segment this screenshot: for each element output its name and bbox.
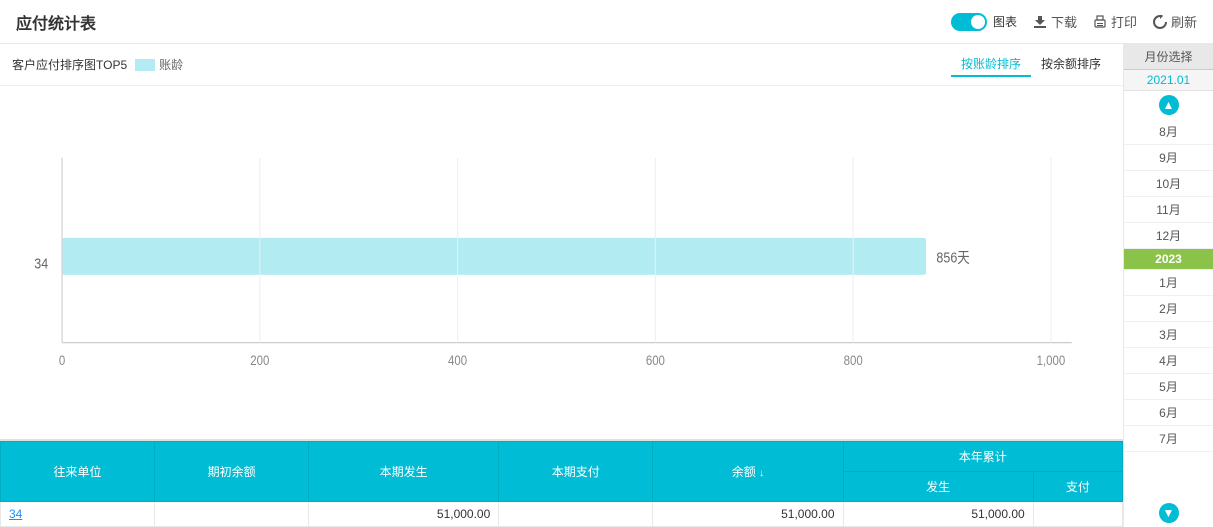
legend-area: 客户应付排序图TOP5 账龄 bbox=[12, 56, 183, 73]
data-table: 往来单位 期初余额 本期发生 本期支付 余额 ↓ 本年累计 发生 bbox=[0, 441, 1123, 527]
month-item-11[interactable]: 11月 bbox=[1124, 197, 1213, 223]
header: 应付统计表 图表 下载 打印 刷新 bbox=[0, 0, 1213, 44]
svg-text:400: 400 bbox=[448, 353, 467, 368]
cell-current-pay bbox=[499, 502, 653, 527]
cell-unit: 34 bbox=[1, 502, 155, 527]
month-item-6[interactable]: 6月 bbox=[1124, 400, 1213, 426]
header-actions: 图表 下载 打印 刷新 bbox=[951, 12, 1197, 31]
col-ytd-occur: 发生 bbox=[843, 472, 1033, 502]
chart-area: 34 856天 0 200 400 600 800 1,000 bbox=[0, 86, 1123, 439]
svg-text:600: 600 bbox=[646, 353, 665, 368]
svg-text:0: 0 bbox=[59, 353, 65, 368]
year-marker-2023: 2023 bbox=[1124, 249, 1213, 270]
main-content: 客户应付排序图TOP5 账龄 按账龄排序 按余额排序 34 bbox=[0, 44, 1213, 527]
nav-up-icon[interactable]: ▲ bbox=[1159, 95, 1179, 115]
chart-svg: 34 856天 0 200 400 600 800 1,000 bbox=[10, 96, 1103, 429]
svg-text:200: 200 bbox=[250, 353, 269, 368]
col-unit: 往来单位 bbox=[1, 442, 155, 502]
chart-section: 客户应付排序图TOP5 账龄 按账龄排序 按余额排序 34 bbox=[0, 44, 1123, 527]
sidebar: 月份选择 2021.01 ▲ 8月 9月 10月 11月 12月 2023 1月… bbox=[1123, 44, 1213, 527]
unit-link[interactable]: 34 bbox=[9, 507, 22, 521]
col-ytd-pay: 支付 bbox=[1033, 472, 1122, 502]
sort-tab-age[interactable]: 按账龄排序 bbox=[951, 52, 1031, 77]
sort-tabs: 按账龄排序 按余额排序 bbox=[951, 52, 1111, 77]
cell-current-occur: 51,000.00 bbox=[309, 502, 499, 527]
month-item-2[interactable]: 2月 bbox=[1124, 296, 1213, 322]
month-item-12[interactable]: 12月 bbox=[1124, 223, 1213, 249]
table-section: 往来单位 期初余额 本期发生 本期支付 余额 ↓ 本年累计 发生 bbox=[0, 439, 1123, 527]
sidebar-nav-down[interactable]: ▼ bbox=[1124, 499, 1213, 527]
download-icon bbox=[1033, 15, 1047, 29]
svg-text:856天: 856天 bbox=[936, 250, 970, 266]
month-list: 8月 9月 10月 11月 12月 2023 1月 2月 3月 4月 5月 6月… bbox=[1124, 119, 1213, 499]
month-item-8[interactable]: 8月 bbox=[1124, 119, 1213, 145]
toggle-knob bbox=[971, 15, 985, 29]
chart-toggle-wrap: 图表 bbox=[951, 13, 1017, 31]
svg-text:1,000: 1,000 bbox=[1037, 353, 1066, 368]
month-item-1[interactable]: 1月 bbox=[1124, 270, 1213, 296]
toggle-label: 图表 bbox=[993, 13, 1017, 30]
col-current-pay: 本期支付 bbox=[499, 442, 653, 502]
col-current-occur: 本期发生 bbox=[309, 442, 499, 502]
month-item-10[interactable]: 10月 bbox=[1124, 171, 1213, 197]
col-opening: 期初余额 bbox=[155, 442, 309, 502]
sidebar-year-display: 2021.01 bbox=[1124, 70, 1213, 91]
col-balance: 余额 ↓ bbox=[653, 442, 843, 502]
cell-ytd-pay bbox=[1033, 502, 1122, 527]
month-item-3[interactable]: 3月 bbox=[1124, 322, 1213, 348]
legend-box bbox=[135, 59, 155, 71]
chart-toolbar: 客户应付排序图TOP5 账龄 按账龄排序 按余额排序 bbox=[0, 44, 1123, 86]
refresh-icon bbox=[1153, 15, 1167, 29]
page-title: 应付统计表 bbox=[16, 10, 96, 34]
sort-tab-balance[interactable]: 按余额排序 bbox=[1031, 52, 1111, 77]
print-button[interactable]: 打印 bbox=[1093, 12, 1137, 31]
chart-toggle[interactable] bbox=[951, 13, 987, 31]
month-item-7[interactable]: 7月 bbox=[1124, 426, 1213, 452]
nav-down-icon[interactable]: ▼ bbox=[1159, 503, 1179, 523]
month-item-4[interactable]: 4月 bbox=[1124, 348, 1213, 374]
cell-ytd-occur: 51,000.00 bbox=[843, 502, 1033, 527]
table-row: 34 51,000.00 51,000.00 51,000.00 bbox=[1, 502, 1123, 527]
refresh-button[interactable]: 刷新 bbox=[1153, 12, 1197, 31]
month-item-5[interactable]: 5月 bbox=[1124, 374, 1213, 400]
month-item-9[interactable]: 9月 bbox=[1124, 145, 1213, 171]
download-button[interactable]: 下载 bbox=[1033, 12, 1077, 31]
svg-text:800: 800 bbox=[844, 353, 863, 368]
sidebar-nav-up[interactable]: ▲ bbox=[1124, 91, 1213, 119]
legend-text: 客户应付排序图TOP5 bbox=[12, 56, 127, 73]
print-icon bbox=[1093, 15, 1107, 29]
legend-item: 账龄 bbox=[135, 56, 183, 73]
sidebar-header: 月份选择 bbox=[1124, 44, 1213, 70]
legend-box-label: 账龄 bbox=[159, 56, 183, 73]
cell-balance: 51,000.00 bbox=[653, 502, 843, 527]
col-ytd-group: 本年累计 bbox=[843, 442, 1122, 472]
cell-opening bbox=[155, 502, 309, 527]
svg-text:34: 34 bbox=[34, 256, 48, 272]
